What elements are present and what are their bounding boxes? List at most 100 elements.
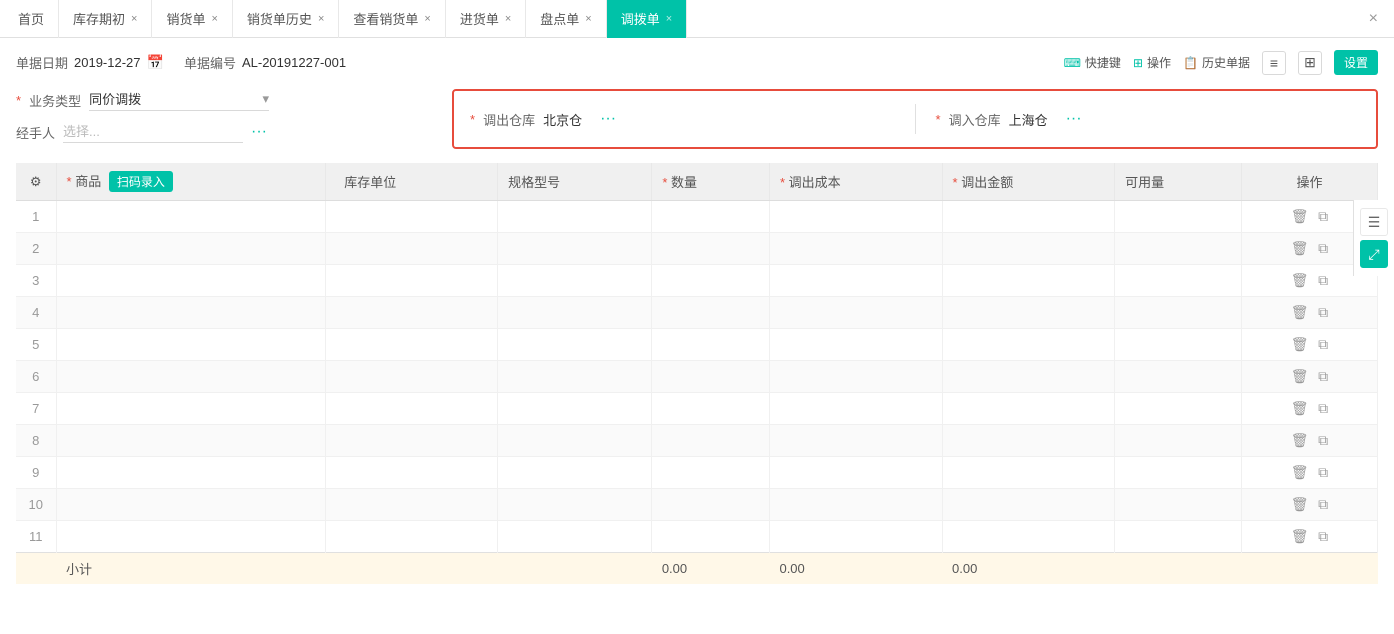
row-spec-2[interactable] — [498, 233, 652, 265]
row-available-8[interactable] — [1115, 425, 1242, 457]
view-toggle-list[interactable]: ≡ — [1262, 51, 1286, 75]
warehouse-out-more-btn[interactable]: ··· — [600, 110, 616, 128]
row-quantity-6[interactable] — [652, 361, 770, 393]
copy-row-11-btn[interactable]: ⧉ — [1315, 528, 1331, 545]
row-spec-4[interactable] — [498, 297, 652, 329]
row-available-3[interactable] — [1115, 265, 1242, 297]
close-tab-sales-order[interactable]: × — [211, 13, 217, 25]
row-unit-3[interactable] — [325, 265, 498, 297]
row-cost-5[interactable] — [769, 329, 942, 361]
row-cost-3[interactable] — [769, 265, 942, 297]
row-product-2[interactable] — [56, 233, 325, 265]
row-spec-1[interactable] — [498, 201, 652, 233]
delete-row-5-btn[interactable]: 🗑 — [1288, 336, 1312, 353]
tab-transfer-order[interactable]: 调拨单 × — [607, 0, 687, 38]
tab-sales-history[interactable]: 销货单历史 × — [233, 0, 339, 38]
row-unit-8[interactable] — [325, 425, 498, 457]
delete-row-9-btn[interactable]: 🗑 — [1288, 464, 1312, 481]
row-product-9[interactable] — [56, 457, 325, 489]
operations-btn[interactable]: ⊞ 操作 — [1133, 54, 1171, 71]
handler-more-btn[interactable]: ··· — [251, 123, 267, 141]
copy-row-7-btn[interactable]: ⧉ — [1315, 400, 1331, 417]
row-available-11[interactable] — [1115, 521, 1242, 553]
tab-home[interactable]: 首页 — [8, 0, 59, 38]
date-value[interactable]: 2019-12-27 — [74, 55, 141, 70]
row-amount-10[interactable] — [942, 489, 1115, 521]
row-available-4[interactable] — [1115, 297, 1242, 329]
sidebar-list-icon[interactable]: ☰ — [1360, 208, 1388, 236]
row-amount-11[interactable] — [942, 521, 1115, 553]
delete-row-7-btn[interactable]: 🗑 — [1288, 400, 1312, 417]
delete-row-11-btn[interactable]: 🗑 — [1288, 528, 1312, 545]
row-spec-3[interactable] — [498, 265, 652, 297]
close-all-tabs[interactable]: × — [1361, 6, 1386, 32]
row-quantity-11[interactable] — [652, 521, 770, 553]
row-unit-6[interactable] — [325, 361, 498, 393]
row-quantity-9[interactable] — [652, 457, 770, 489]
delete-row-2-btn[interactable]: 🗑 — [1288, 240, 1312, 257]
row-cost-1[interactable] — [769, 201, 942, 233]
row-amount-2[interactable] — [942, 233, 1115, 265]
row-product-6[interactable] — [56, 361, 325, 393]
row-product-5[interactable] — [56, 329, 325, 361]
row-cost-11[interactable] — [769, 521, 942, 553]
close-tab-sales-history[interactable]: × — [318, 13, 324, 25]
row-amount-4[interactable] — [942, 297, 1115, 329]
row-available-2[interactable] — [1115, 233, 1242, 265]
row-amount-5[interactable] — [942, 329, 1115, 361]
row-product-8[interactable] — [56, 425, 325, 457]
row-available-1[interactable] — [1115, 201, 1242, 233]
copy-row-5-btn[interactable]: ⧉ — [1315, 336, 1331, 353]
row-unit-4[interactable] — [325, 297, 498, 329]
row-unit-5[interactable] — [325, 329, 498, 361]
row-unit-9[interactable] — [325, 457, 498, 489]
row-available-5[interactable] — [1115, 329, 1242, 361]
row-cost-10[interactable] — [769, 489, 942, 521]
row-amount-8[interactable] — [942, 425, 1115, 457]
scan-entry-button[interactable]: 扫码录入 — [109, 171, 173, 192]
tab-view-sales[interactable]: 查看销货单 × — [339, 0, 445, 38]
warehouse-in-more-btn[interactable]: ··· — [1066, 110, 1082, 128]
tab-purchase-order[interactable]: 进货单 × — [446, 0, 526, 38]
row-spec-8[interactable] — [498, 425, 652, 457]
row-quantity-10[interactable] — [652, 489, 770, 521]
delete-row-8-btn[interactable]: 🗑 — [1288, 432, 1312, 449]
row-available-9[interactable] — [1115, 457, 1242, 489]
row-product-10[interactable] — [56, 489, 325, 521]
sidebar-expand-icon[interactable]: ⤢ — [1360, 240, 1388, 268]
close-tab-view-sales[interactable]: × — [424, 13, 430, 25]
gear-column-header[interactable]: ⚙ — [16, 163, 56, 201]
row-cost-7[interactable] — [769, 393, 942, 425]
history-btn[interactable]: 📋 历史单据 — [1183, 54, 1250, 71]
copy-row-6-btn[interactable]: ⧉ — [1315, 368, 1331, 385]
row-quantity-4[interactable] — [652, 297, 770, 329]
warehouse-out-value[interactable]: 北京仓 — [543, 110, 582, 129]
row-unit-7[interactable] — [325, 393, 498, 425]
row-amount-3[interactable] — [942, 265, 1115, 297]
row-available-7[interactable] — [1115, 393, 1242, 425]
shortcuts-btn[interactable]: ⌨ 快捷键 — [1064, 54, 1121, 71]
row-spec-9[interactable] — [498, 457, 652, 489]
row-quantity-2[interactable] — [652, 233, 770, 265]
row-unit-1[interactable] — [325, 201, 498, 233]
row-product-7[interactable] — [56, 393, 325, 425]
delete-row-1-btn[interactable]: 🗑 — [1288, 208, 1312, 225]
row-unit-10[interactable] — [325, 489, 498, 521]
row-cost-6[interactable] — [769, 361, 942, 393]
row-product-4[interactable] — [56, 297, 325, 329]
row-amount-1[interactable] — [942, 201, 1115, 233]
row-unit-2[interactable] — [325, 233, 498, 265]
tab-inventory-check[interactable]: 盘点单 × — [526, 0, 606, 38]
copy-row-10-btn[interactable]: ⧉ — [1315, 496, 1331, 513]
row-cost-9[interactable] — [769, 457, 942, 489]
copy-row-1-btn[interactable]: ⧉ — [1315, 208, 1331, 225]
copy-row-2-btn[interactable]: ⧉ — [1315, 240, 1331, 257]
calendar-icon[interactable]: 📅 — [147, 54, 164, 71]
delete-row-4-btn[interactable]: 🗑 — [1288, 304, 1312, 321]
row-cost-8[interactable] — [769, 425, 942, 457]
delete-row-3-btn[interactable]: 🗑 — [1288, 272, 1312, 289]
row-available-10[interactable] — [1115, 489, 1242, 521]
row-amount-7[interactable] — [942, 393, 1115, 425]
row-unit-11[interactable] — [325, 521, 498, 553]
close-tab-transfer-order[interactable]: × — [666, 13, 672, 25]
